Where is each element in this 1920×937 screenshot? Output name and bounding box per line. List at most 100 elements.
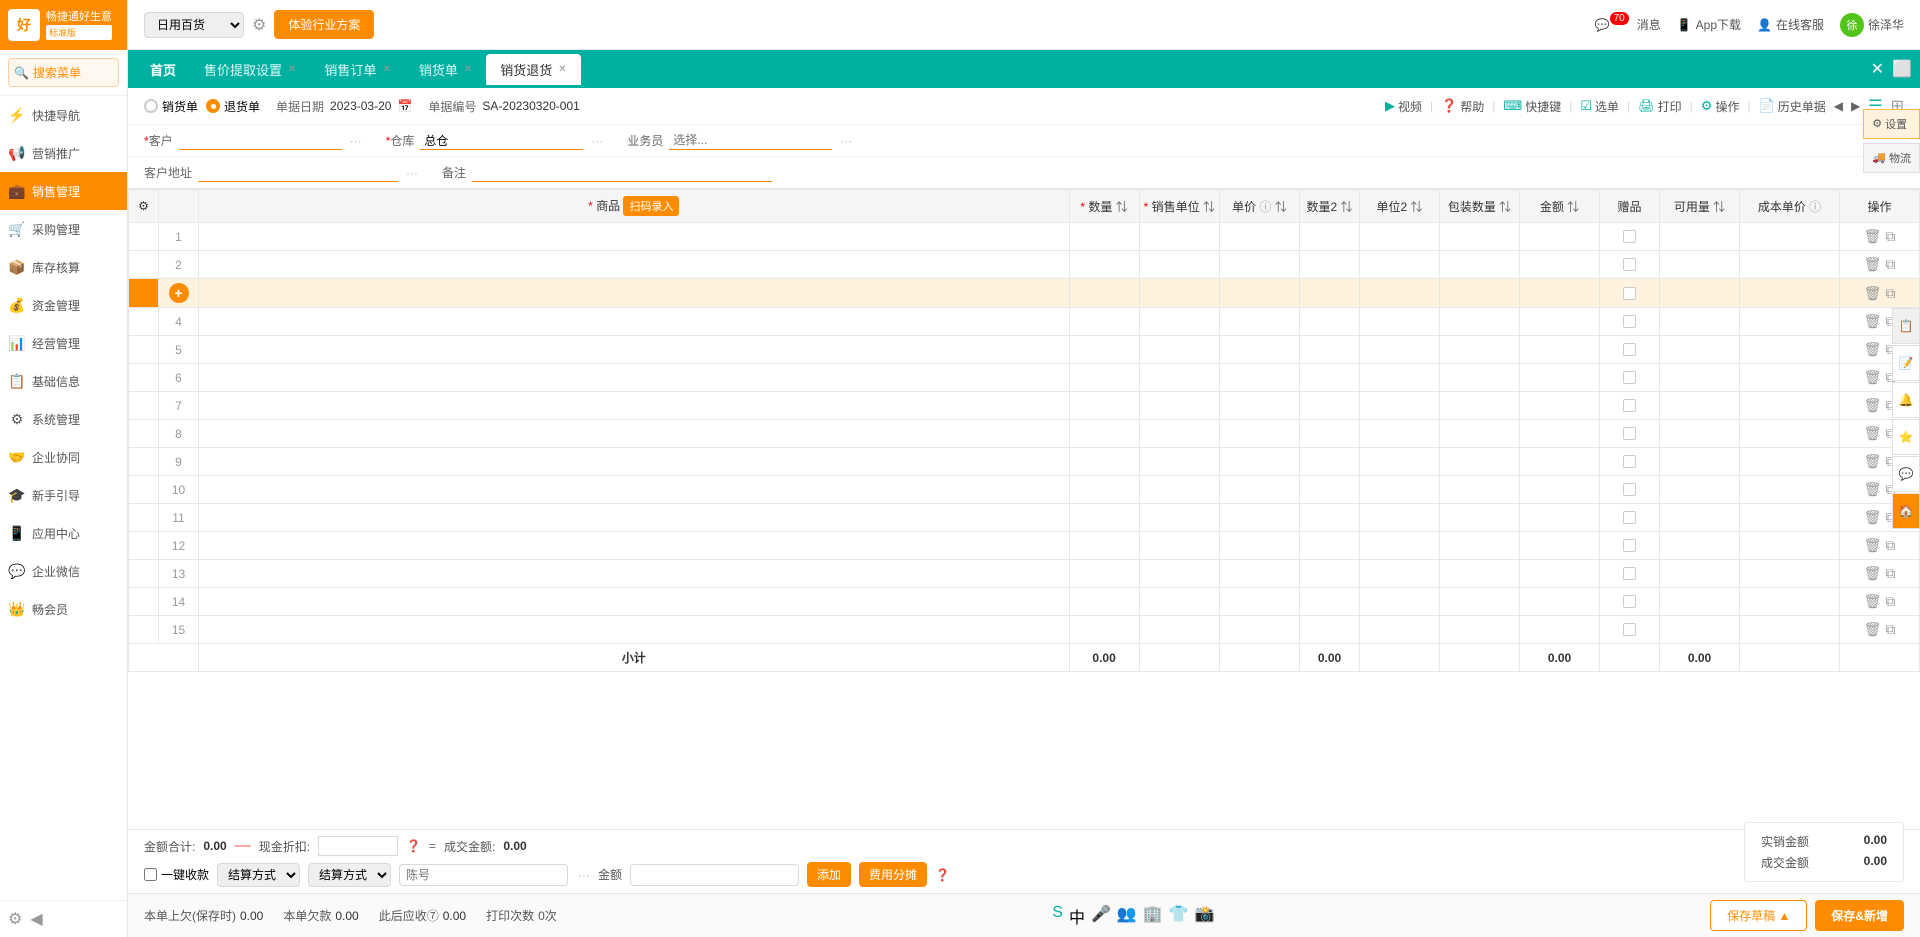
product-input-9[interactable] [203,455,1065,469]
qty2-cell-7[interactable] [1300,392,1360,420]
qty-cell-3[interactable] [1069,279,1139,308]
rf-btn-3[interactable]: 🔔 [1892,382,1920,418]
unit-sort-icon[interactable]: ⇅ [1203,200,1215,214]
pack-cell-3[interactable] [1440,279,1520,308]
gift-checkbox-3[interactable] [1623,287,1636,300]
sidebar-item-apps[interactable]: 📱 应用中心 [0,514,127,552]
qty-cell-13[interactable] [1069,560,1139,588]
price-cell-4[interactable] [1220,308,1300,336]
cost-cell-8[interactable] [1740,420,1840,448]
online-service[interactable]: 👤 在线客服 [1757,16,1824,33]
gift-cell-3[interactable] [1600,279,1660,308]
gift-cell-14[interactable] [1600,588,1660,616]
unit2-cell-6[interactable] [1360,364,1440,392]
price-cell-14[interactable] [1220,588,1300,616]
gift-cell-7[interactable] [1600,392,1660,420]
pack-cell-12[interactable] [1440,532,1520,560]
product-input-15[interactable] [203,623,1065,637]
copy-row-btn-15[interactable]: ⧉ [1885,621,1895,638]
amount-cell-6[interactable] [1520,364,1600,392]
sidebar-item-purchase[interactable]: 🛒 采购管理 [0,210,127,248]
sidebar-item-guide[interactable]: 🎓 新手引导 [0,476,127,514]
gift-checkbox-8[interactable] [1623,427,1636,440]
avail-cell-13[interactable] [1660,560,1740,588]
gift-checkbox-10[interactable] [1623,483,1636,496]
qty2-cell-8[interactable] [1300,420,1360,448]
qty2-cell-5[interactable] [1300,336,1360,364]
gift-checkbox-13[interactable] [1623,567,1636,580]
sidebar-settings-btn[interactable]: ⚙ [8,909,22,929]
product-input-10[interactable] [203,483,1065,497]
footer-icon4[interactable]: 👥 [1117,904,1137,928]
delete-row-btn-6[interactable]: 🗑 [1864,369,1882,386]
user-profile[interactable]: 徐 徐泽华 [1840,13,1904,37]
app-download[interactable]: 📱 App下载 [1677,16,1741,33]
pack-cell-11[interactable] [1440,504,1520,532]
cost-info-icon[interactable]: ⓘ [1809,200,1821,214]
product-input-5[interactable] [203,343,1065,357]
tab-price-settings[interactable]: 售价提取设置 ✕ [190,54,310,85]
amount-cell-4[interactable] [1520,308,1600,336]
product-input-4[interactable] [203,315,1065,329]
address-input[interactable] [198,163,398,182]
product-input-3[interactable] [203,286,1065,300]
qty-cell-2[interactable] [1069,251,1139,279]
copy-row-btn-12[interactable]: ⧉ [1885,537,1895,554]
unit-cell-13[interactable] [1139,560,1219,588]
unit2-cell-4[interactable] [1360,308,1440,336]
qty2-cell-15[interactable] [1300,616,1360,644]
product-cell-2[interactable] [199,251,1070,279]
unit-cell-4[interactable] [1139,308,1219,336]
amount-cell-12[interactable] [1520,532,1600,560]
delete-row-btn-8[interactable]: 🗑 [1864,425,1882,442]
maximize-icon[interactable]: ⬜ [1892,59,1912,79]
sidebar-item-operations[interactable]: 📊 经营管理 [0,324,127,362]
avail-cell-9[interactable] [1660,448,1740,476]
gift-checkbox-15[interactable] [1623,623,1636,636]
unit-cell-14[interactable] [1139,588,1219,616]
cost-cell-3[interactable] [1740,279,1840,308]
avail-cell-10[interactable] [1660,476,1740,504]
qty2-sort-icon[interactable]: ⇅ [1341,200,1353,214]
gift-checkbox-6[interactable] [1623,371,1636,384]
pack-cell-7[interactable] [1440,392,1520,420]
gift-cell-10[interactable] [1600,476,1660,504]
price-cell-5[interactable] [1220,336,1300,364]
message-center[interactable]: 💬 70 消息 [1595,16,1661,33]
price-cell-15[interactable] [1220,616,1300,644]
pack-cell-4[interactable] [1440,308,1520,336]
unit2-cell-13[interactable] [1360,560,1440,588]
unit-cell-11[interactable] [1139,504,1219,532]
amount-input[interactable] [630,864,799,886]
product-cell-7[interactable] [199,392,1070,420]
amount-cell-15[interactable] [1520,616,1600,644]
delete-row-btn-1[interactable]: 🗑 [1864,228,1882,245]
product-input-11[interactable] [203,511,1065,525]
customer-input[interactable] [179,131,342,150]
gift-checkbox-11[interactable] [1623,511,1636,524]
pack-cell-13[interactable] [1440,560,1520,588]
date-value[interactable]: 2023-03-20 [330,99,391,113]
gift-checkbox-7[interactable] [1623,399,1636,412]
prev-record-btn[interactable]: ◀ [1834,99,1843,113]
close-all-tabs-icon[interactable]: ✕ [1871,59,1884,79]
amount-sort-icon[interactable]: ⇅ [1567,200,1579,214]
gift-checkbox-5[interactable] [1623,343,1636,356]
unit2-cell-9[interactable] [1360,448,1440,476]
unit2-cell-8[interactable] [1360,420,1440,448]
gift-cell-9[interactable] [1600,448,1660,476]
delete-row-btn-14[interactable]: 🗑 [1864,593,1882,610]
help-btn[interactable]: ❓帮助 [1441,98,1484,115]
sidebar-item-finance[interactable]: 💰 资金管理 [0,286,127,324]
unit2-sort-icon[interactable]: ⇅ [1411,200,1423,214]
unit2-cell-3[interactable] [1360,279,1440,308]
copy-row-btn-3[interactable]: ⧉ [1885,285,1895,302]
copy-row-btn-14[interactable]: ⧉ [1885,593,1895,610]
unit2-cell-2[interactable] [1360,251,1440,279]
footer-icon7[interactable]: 📸 [1195,904,1215,928]
qty-cell-6[interactable] [1069,364,1139,392]
gift-cell-13[interactable] [1600,560,1660,588]
qty2-cell-12[interactable] [1300,532,1360,560]
price-cell-11[interactable] [1220,504,1300,532]
calendar-icon[interactable]: 📅 [397,99,412,113]
